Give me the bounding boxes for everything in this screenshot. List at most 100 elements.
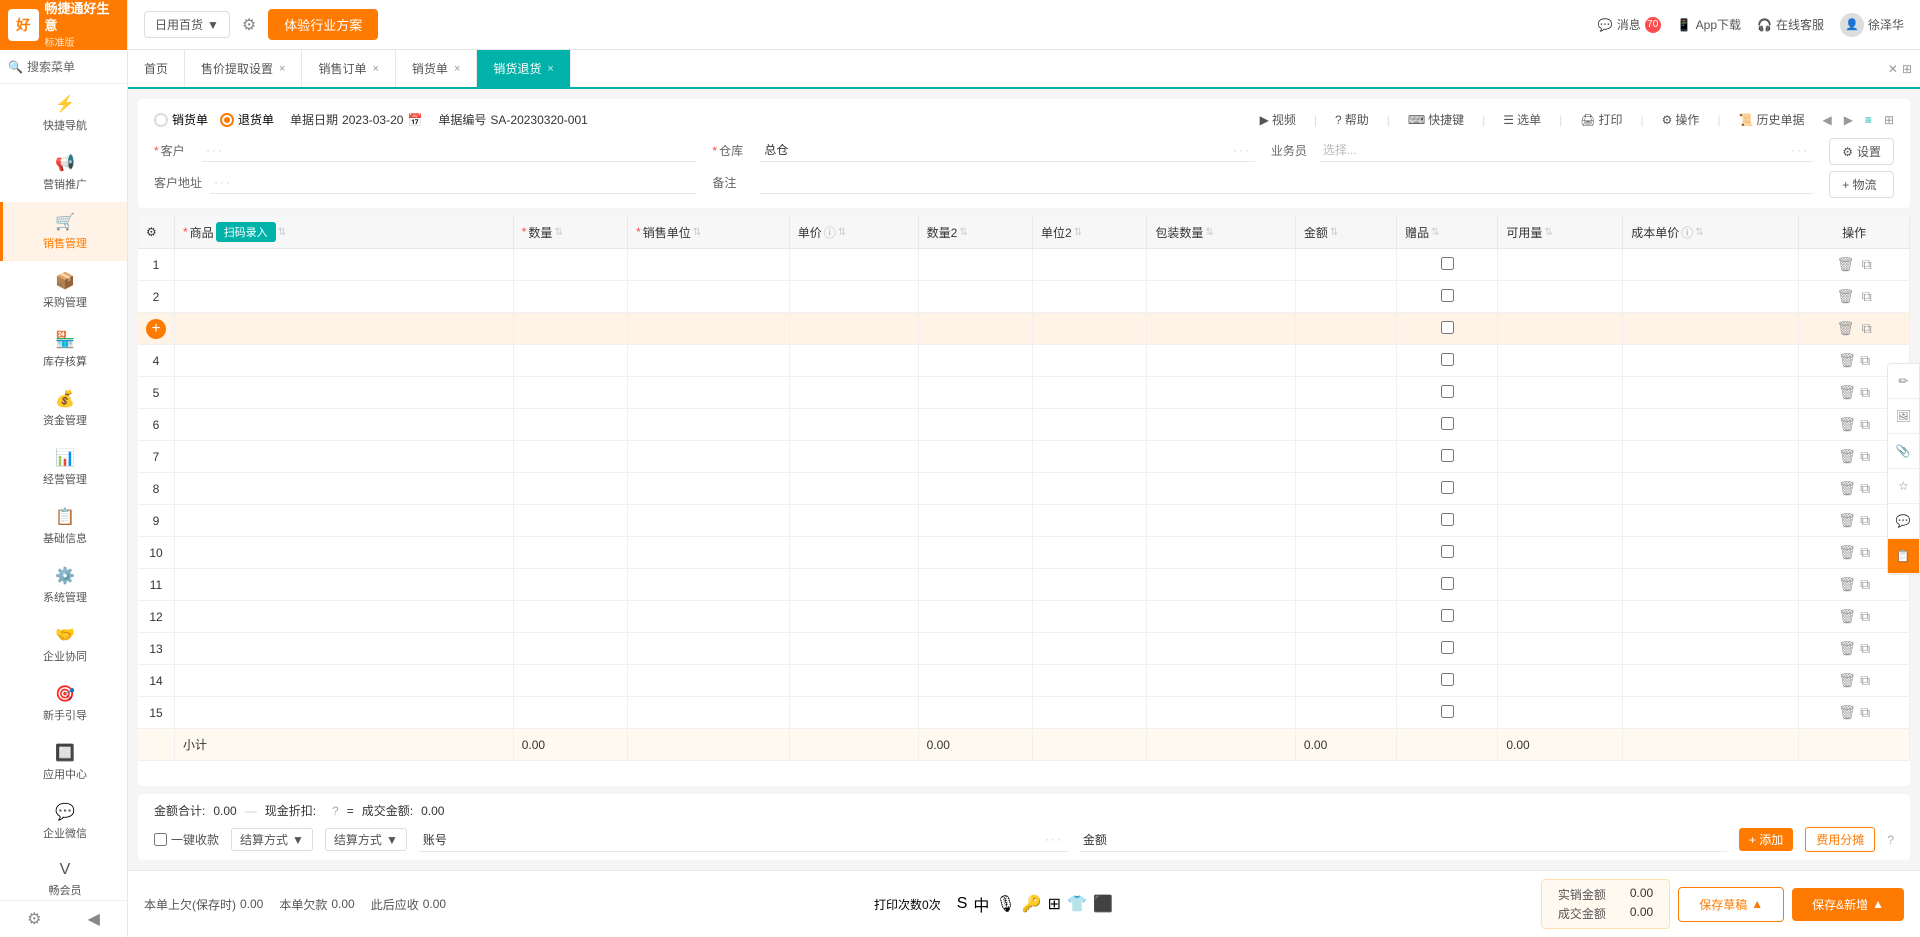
sidebar-item-enterprise[interactable]: 🤝 企业协同: [0, 615, 127, 674]
sidebar-search[interactable]: 🔍 搜索菜单: [0, 50, 127, 84]
cost-cell-1[interactable]: [1623, 249, 1799, 281]
price-cell-2[interactable]: [789, 281, 918, 313]
sort-price-icon[interactable]: ⇅: [838, 227, 846, 238]
qty-cell-3[interactable]: [513, 313, 627, 345]
sidebar-item-apps[interactable]: 🔲 应用中心: [0, 733, 127, 792]
info-help-icon[interactable]: ?: [332, 804, 339, 818]
sort-available-icon[interactable]: ⇅: [1544, 227, 1552, 238]
pack-cell-1[interactable]: [1147, 249, 1296, 281]
th-settings[interactable]: ⚙: [138, 216, 175, 249]
sort-cost-icon[interactable]: ⇅: [1695, 227, 1703, 238]
prev-icon[interactable]: ◀: [1822, 113, 1831, 127]
available-cell-2[interactable]: [1498, 281, 1623, 313]
fee-info-icon[interactable]: ?: [1887, 833, 1894, 847]
unit-cell-2[interactable]: [628, 281, 790, 313]
float-note[interactable]: 📋: [1888, 539, 1919, 574]
save-new-button[interactable]: 保存&新增 ▲: [1792, 888, 1904, 921]
qty2-cell-1[interactable]: [918, 249, 1032, 281]
amount-cell-1[interactable]: [1295, 249, 1396, 281]
settings-tool-icon[interactable]: ⚙: [27, 909, 41, 929]
next-icon[interactable]: ▶: [1844, 113, 1853, 127]
collapse-icon[interactable]: ◀: [88, 909, 100, 929]
add-row-btn[interactable]: +: [146, 319, 166, 339]
taskbar-icon-7[interactable]: ⬛: [1093, 894, 1113, 914]
close-tab-sale-order[interactable]: ×: [372, 63, 378, 75]
add-payment-btn[interactable]: + 添加: [1739, 828, 1793, 851]
copy-row-3[interactable]: ⧉: [1860, 318, 1874, 339]
sort-unit-icon[interactable]: ⇅: [693, 227, 701, 238]
print-btn[interactable]: 🖨 打印: [1574, 109, 1628, 130]
price-info-icon[interactable]: ⓘ: [824, 224, 836, 241]
sort-amount-icon[interactable]: ⇅: [1330, 227, 1338, 238]
video-btn[interactable]: ▶ 视频: [1254, 109, 1302, 130]
history-btn[interactable]: 📜 历史单据: [1732, 109, 1810, 130]
list-view-icon[interactable]: ≡: [1865, 113, 1872, 127]
close-tab-sale-goods[interactable]: ×: [454, 63, 460, 75]
available-cell-3[interactable]: [1498, 313, 1623, 345]
remark-input[interactable]: [760, 170, 1813, 194]
product-input-3[interactable]: [183, 322, 505, 336]
unit-cell-1[interactable]: [628, 249, 790, 281]
tab-home[interactable]: 首页: [128, 50, 185, 87]
amount-cell-3[interactable]: [1295, 313, 1396, 345]
qty2-cell-3[interactable]: [918, 313, 1032, 345]
qty2-cell-2[interactable]: [918, 281, 1032, 313]
salesperson-input[interactable]: 选择... ···: [1319, 138, 1813, 162]
gift-cell-1[interactable]: [1397, 249, 1498, 281]
unit2-cell-1[interactable]: [1033, 249, 1147, 281]
sort-unit2-icon[interactable]: ⇅: [1074, 227, 1082, 238]
delete-row-3[interactable]: 🗑: [1835, 318, 1857, 339]
float-edit[interactable]: ✏: [1888, 364, 1919, 399]
taskbar-icon-6[interactable]: 👕: [1067, 894, 1087, 914]
product-cell-2[interactable]: [175, 281, 514, 313]
sidebar-item-shortcut[interactable]: ⚡ 快捷导航: [0, 84, 127, 143]
unit-cell-3[interactable]: [628, 313, 790, 345]
copy-row-2[interactable]: ⧉: [1860, 286, 1874, 307]
logistics-btn[interactable]: + 物流: [1829, 171, 1894, 198]
help-btn[interactable]: ? 帮助: [1329, 109, 1375, 130]
taskbar-icon-3[interactable]: 🎙: [995, 894, 1015, 914]
cost-cell-3[interactable]: [1623, 313, 1799, 345]
copy-row-1[interactable]: ⧉: [1860, 254, 1874, 275]
gift-cell-3[interactable]: [1397, 313, 1498, 345]
gift-checkbox-1[interactable]: [1441, 257, 1454, 270]
sort-pack-icon[interactable]: ⇅: [1205, 227, 1213, 238]
radio-return[interactable]: 退货单: [220, 111, 274, 128]
one-click-payment[interactable]: 一键收款: [154, 831, 219, 848]
warehouse-input[interactable]: 总仓 ···: [760, 138, 1254, 162]
shortcut-btn[interactable]: ⌨ 快捷键: [1402, 109, 1470, 130]
topbar-settings-icon[interactable]: ⚙: [242, 15, 256, 35]
close-tab-sale-return[interactable]: ×: [547, 63, 553, 75]
tabs-menu-icon[interactable]: ⊞: [1902, 62, 1912, 76]
app-download-item[interactable]: 📱 App下载: [1677, 16, 1741, 33]
sidebar-item-sales[interactable]: 🛒 销售管理: [0, 202, 127, 261]
sidebar-item-wechat[interactable]: 💬 企业微信: [0, 792, 127, 851]
gift-checkbox-2[interactable]: [1441, 289, 1454, 302]
radio-sale[interactable]: 销货单: [154, 111, 208, 128]
close-tab-sale-price[interactable]: ×: [279, 63, 285, 75]
float-message[interactable]: 💬: [1888, 504, 1919, 539]
gift-cell-2[interactable]: [1397, 281, 1498, 313]
account-calc-select[interactable]: 结算方式 ▼: [325, 828, 407, 851]
gift-checkbox-3[interactable]: [1441, 321, 1454, 334]
float-image[interactable]: 🖼: [1888, 399, 1919, 434]
close-all-tabs-icon[interactable]: ✕: [1888, 62, 1898, 76]
account-method-select[interactable]: 结算方式 ▼: [231, 828, 313, 851]
column-settings-icon[interactable]: ⚙: [146, 225, 157, 239]
product-cell-1[interactable]: [175, 249, 514, 281]
account-input[interactable]: 账号 ···: [419, 828, 1067, 852]
tab-sale-return[interactable]: 销货退货 ×: [477, 50, 570, 87]
pack-cell-2[interactable]: [1147, 281, 1296, 313]
online-service-item[interactable]: 🎧 在线客服: [1757, 16, 1824, 33]
operation-btn[interactable]: ⚙ 操作: [1656, 109, 1706, 130]
settings-action-btn[interactable]: ⚙ 设置: [1829, 138, 1894, 165]
sort-qty2-icon[interactable]: ⇅: [959, 227, 967, 238]
pack-cell-3[interactable]: [1147, 313, 1296, 345]
delete-row-2[interactable]: 🗑: [1835, 286, 1857, 307]
float-star[interactable]: ☆: [1888, 469, 1919, 504]
sidebar-item-marketing[interactable]: 📢 营销推广: [0, 143, 127, 202]
sidebar-item-member[interactable]: V 畅会员: [0, 851, 127, 900]
user-profile[interactable]: 👤 徐泽华: [1840, 13, 1904, 37]
amount-input[interactable]: 金额: [1079, 828, 1727, 852]
taskbar-icon-5[interactable]: ⊞: [1048, 894, 1061, 914]
